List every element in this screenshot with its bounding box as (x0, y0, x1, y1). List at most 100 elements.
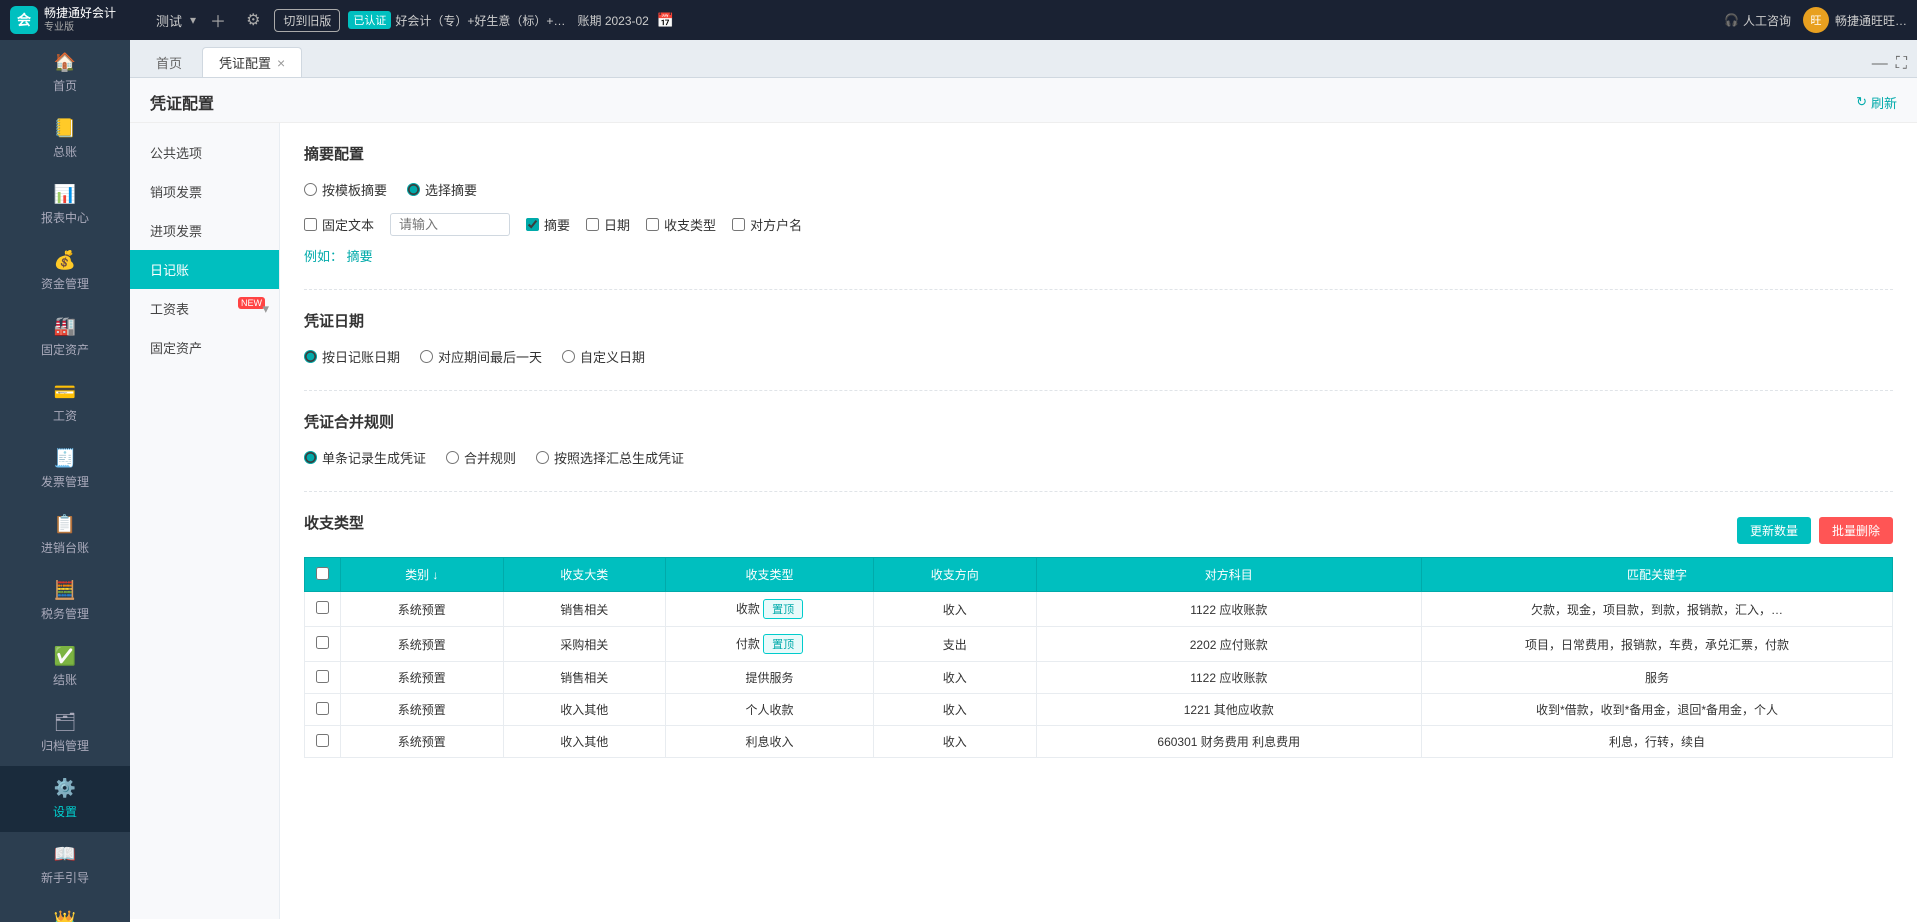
sidebar-item-label: 工资 (53, 407, 77, 424)
row-checkbox[interactable] (316, 636, 329, 649)
add-button[interactable]: ＋ (204, 6, 232, 34)
radio-merge[interactable]: 合并规则 (446, 448, 516, 467)
tab-home-label: 首页 (156, 53, 182, 72)
radio-summary[interactable]: 按照选择汇总生成凭证 (536, 448, 684, 467)
radio-custom-date[interactable]: 自定义日期 (562, 347, 645, 366)
cb-counterpart-name-input[interactable] (732, 218, 745, 231)
settings-button[interactable]: ⚙ (240, 8, 266, 32)
cb-income-type-input[interactable] (646, 218, 659, 231)
row-checkbox[interactable] (316, 601, 329, 614)
sidebar-item-label: 归档管理 (41, 737, 89, 754)
select-all-checkbox[interactable] (316, 567, 329, 580)
member-icon: 👑 (54, 910, 76, 922)
radio-summary-input[interactable] (536, 451, 549, 464)
sidebar-item-label: 资金管理 (41, 275, 89, 292)
cb-counterpart-name[interactable]: 对方户名 (732, 215, 802, 234)
payroll-icon: 💳 (54, 382, 76, 403)
consult-button[interactable]: 🎧 人工咨询 (1724, 12, 1791, 29)
summary-config-title: 摘要配置 (304, 143, 1893, 164)
left-nav-payroll[interactable]: 工资表 NEW ▾ (130, 289, 279, 328)
sidebar-item-home[interactable]: 🏠 首页 (0, 40, 130, 106)
sidebar-item-tax[interactable]: 🧮 税务管理 (0, 568, 130, 634)
td-keywords: 利息，行转，续自 (1422, 726, 1893, 758)
divider-1 (304, 289, 1893, 290)
merge-rules-section: 凭证合并规则 单条记录生成凭证 合并规则 (304, 411, 1893, 467)
sidebar-item-label: 首页 (53, 77, 77, 94)
cb-summary-input[interactable] (526, 218, 539, 231)
sidebar-item-purchase-sales[interactable]: 📋 进销台账 (0, 502, 130, 568)
radio-single[interactable]: 单条记录生成凭证 (304, 448, 426, 467)
radio-journal-date[interactable]: 按日记账日期 (304, 347, 400, 366)
voucher-date-title: 凭证日期 (304, 310, 1893, 331)
td-subject: 2202 应付账款 (1036, 627, 1422, 662)
sidebar-item-label: 固定资产 (41, 341, 89, 358)
update-count-button[interactable]: 更新数量 (1737, 517, 1811, 544)
left-nav-fixed-assets[interactable]: 固定资产 (130, 328, 279, 367)
radio-select[interactable]: 选择摘要 (407, 180, 477, 199)
cb-fixed-text-input[interactable] (304, 218, 317, 231)
sidebar-item-payroll[interactable]: 💳 工资 (0, 370, 130, 436)
radio-select-label: 选择摘要 (425, 180, 477, 199)
sidebar-item-invoices[interactable]: 🧾 发票管理 (0, 436, 130, 502)
row-checkbox[interactable] (316, 702, 329, 715)
sidebar-item-member[interactable]: 👑 畅会员 (0, 898, 130, 922)
sidebar-item-guide[interactable]: 📖 新手引导 (0, 832, 130, 898)
radio-template[interactable]: 按模板摘要 (304, 180, 387, 199)
td-direction: 收入 (874, 726, 1037, 758)
divider-2 (304, 390, 1893, 391)
cb-income-type[interactable]: 收支类型 (646, 215, 716, 234)
td-big-type: 采购相关 (503, 627, 666, 662)
cb-date-input[interactable] (586, 218, 599, 231)
sidebar: 🏠 首页 📒 总账 📊 报表中心 💰 资金管理 🏭 固定资产 💳 工资 🧾 发票… (0, 40, 130, 922)
row-checkbox[interactable] (316, 734, 329, 747)
sidebar-item-archive[interactable]: 🗂 归档管理 (0, 700, 130, 766)
sidebar-item-close-period[interactable]: ✅ 结账 (0, 634, 130, 700)
close-period-icon: ✅ (54, 646, 76, 667)
sidebar-item-fixed-assets[interactable]: 🏭 固定资产 (0, 304, 130, 370)
radio-merge-input[interactable] (446, 451, 459, 464)
cb-date[interactable]: 日期 (586, 215, 630, 234)
main-layout: 🏠 首页 📒 总账 📊 报表中心 💰 资金管理 🏭 固定资产 💳 工资 🧾 发票… (0, 40, 1917, 922)
refresh-button[interactable]: ↻ 刷新 (1856, 93, 1897, 112)
right-content: 摘要配置 按模板摘要 选择摘要 (280, 123, 1917, 919)
left-nav-sales-invoice[interactable]: 销项发票 (130, 172, 279, 211)
td-type: 收款 置顶 (666, 592, 874, 627)
tab-voucher-config[interactable]: 凭证配置 × (202, 47, 302, 77)
tab-home[interactable]: 首页 (140, 47, 198, 77)
td-type: 提供服务 (666, 662, 874, 694)
tab-close-icon[interactable]: × (277, 55, 285, 71)
radio-single-input[interactable] (304, 451, 317, 464)
cb-fixed-text[interactable]: 固定文本 (304, 215, 374, 234)
td-category: 系统预置 (341, 627, 504, 662)
minimize-icon[interactable]: — (1872, 55, 1888, 73)
radio-period-last[interactable]: 对应期间最后一天 (420, 347, 542, 366)
workspace-dropdown[interactable]: ▾ (190, 13, 196, 27)
left-nav-public[interactable]: 公共选项 (130, 133, 279, 172)
radio-period-last-input[interactable] (420, 350, 433, 363)
fixed-text-input[interactable] (390, 213, 510, 236)
calendar-icon[interactable]: 📅 (657, 12, 674, 29)
logo-text: 畅捷通好会计 专业版 (44, 6, 116, 35)
table-row: 系统预置 销售相关 提供服务 收入 1122 应收账款 服务 (305, 662, 1893, 694)
left-nav-purchase-invoice[interactable]: 进项发票 (130, 211, 279, 250)
radio-template-input[interactable] (304, 183, 317, 196)
sidebar-item-reports[interactable]: 📊 报表中心 (0, 172, 130, 238)
expand-icon[interactable]: ⛶ (1896, 55, 1907, 73)
tax-icon: 🧮 (54, 580, 76, 601)
row-checkbox[interactable] (316, 670, 329, 683)
top-tag-button[interactable]: 置顶 (763, 599, 803, 619)
td-keywords: 服务 (1422, 662, 1893, 694)
left-nav-journal[interactable]: 日记账 (130, 250, 279, 289)
radio-journal-date-input[interactable] (304, 350, 317, 363)
radio-custom-date-input[interactable] (562, 350, 575, 363)
user-area[interactable]: 旺 畅捷通旺旺… (1803, 7, 1907, 33)
sidebar-item-funds[interactable]: 💰 资金管理 (0, 238, 130, 304)
switch-version-button[interactable]: 切到旧版 (274, 9, 340, 32)
sidebar-item-ledger[interactable]: 📒 总账 (0, 106, 130, 172)
sidebar-item-settings[interactable]: ⚙️ 设置 (0, 766, 130, 832)
batch-delete-button[interactable]: 批量删除 (1819, 517, 1893, 544)
radio-select-input[interactable] (407, 183, 420, 196)
certified-badge: 已认证 (348, 11, 391, 29)
top-tag-button[interactable]: 置顶 (763, 634, 803, 654)
cb-summary[interactable]: 摘要 (526, 215, 570, 234)
